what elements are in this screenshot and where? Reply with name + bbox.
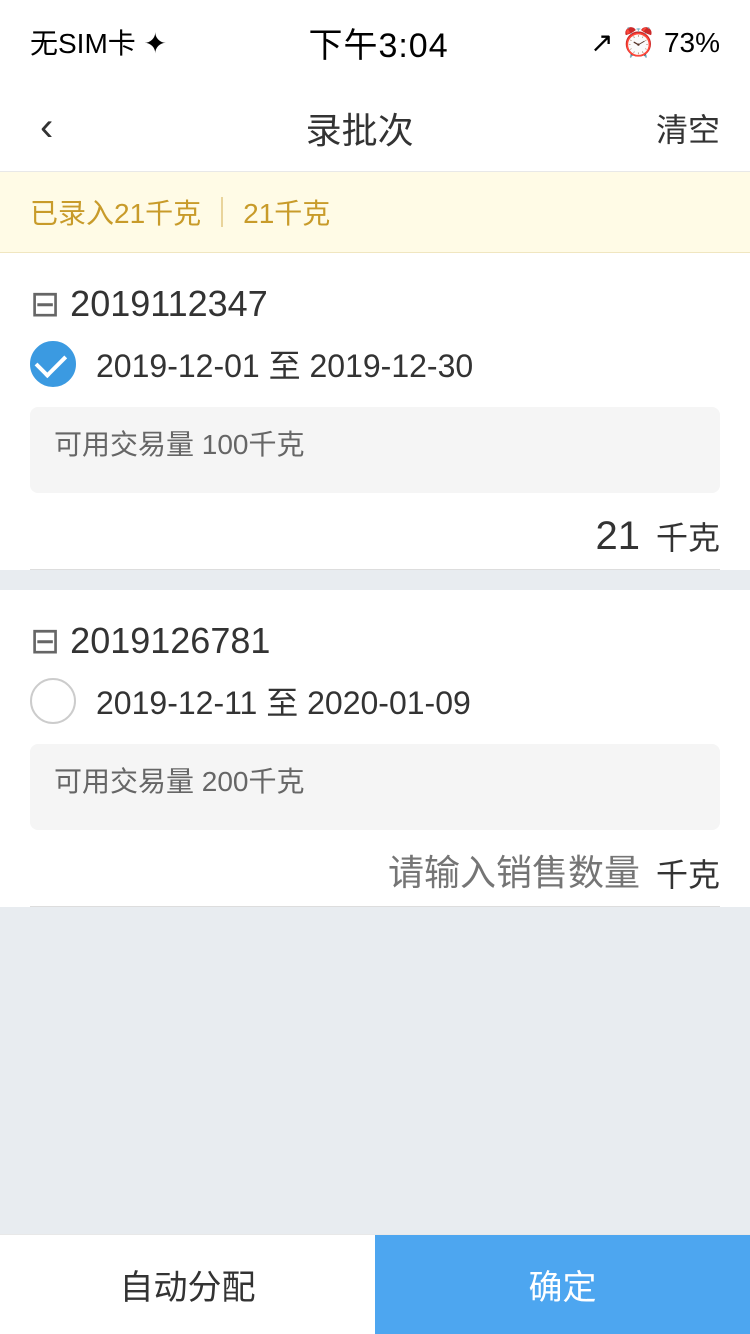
batch-1-card: ⊟ 2019112347 2019-12-01 至 2019-12-30 可用交… — [0, 253, 750, 493]
status-left: 无SIM卡 ✦ — [30, 22, 167, 62]
batch-1-header: ⊟ 2019112347 — [30, 283, 720, 325]
batch-1-amount-row: 21 千克 — [30, 493, 720, 570]
auto-distribute-button[interactable]: 自动分配 — [0, 1235, 375, 1334]
batch-2-number: 2019126781 — [70, 620, 270, 662]
confirm-button[interactable]: 确定 — [375, 1235, 750, 1334]
total-amount: 21千克 — [243, 192, 330, 232]
section-divider-1 — [0, 570, 750, 590]
batch-1-amount-section: 21 千克 — [0, 493, 750, 570]
batch-2-input-row: 千克 — [30, 830, 720, 907]
bottom-bar: 自动分配 确定 — [0, 1234, 750, 1334]
batch-1-date-row: 2019-12-01 至 2019-12-30 — [30, 341, 720, 387]
batch-1-available: 可用交易量 100千克 — [30, 407, 720, 493]
batch-1-icon: ⊟ — [30, 283, 60, 325]
batch-1-amount-value: 21 — [595, 514, 640, 559]
batch-1-amount-unit: 千克 — [656, 513, 720, 559]
batch-2-header: ⊟ 2019126781 — [30, 620, 720, 662]
batch-2-icon: ⊟ — [30, 620, 60, 662]
sim-label: 无SIM卡 ✦ — [30, 22, 167, 62]
recorded-amount: 已录入21千克 — [30, 192, 201, 232]
batch-2-radio[interactable] — [30, 678, 76, 724]
info-divider — [221, 197, 223, 227]
status-bar: 无SIM卡 ✦ 下午3:04 ↗ ⏰ 73% — [0, 0, 750, 84]
status-right: ↗ ⏰ 73% — [590, 26, 720, 59]
batch-2-date-row: 2019-12-11 至 2020-01-09 — [30, 678, 720, 724]
batch-2-amount-section: 千克 — [0, 830, 750, 907]
batch-2-card: ⊟ 2019126781 2019-12-11 至 2020-01-09 可用交… — [0, 590, 750, 830]
page-title: 录批次 — [306, 102, 414, 154]
nav-bar: ‹ 录批次 清空 — [0, 84, 750, 172]
batch-2-available: 可用交易量 200千克 — [30, 744, 720, 830]
batch-1-radio[interactable] — [30, 341, 76, 387]
batch-2-date: 2019-12-11 至 2020-01-09 — [96, 678, 471, 724]
back-button[interactable]: ‹ — [30, 95, 63, 160]
battery-label: ↗ ⏰ 73% — [590, 26, 720, 59]
batch-1-date: 2019-12-01 至 2019-12-30 — [96, 341, 473, 387]
batch-1-number: 2019112347 — [70, 283, 268, 325]
batch-2-qty-input[interactable] — [30, 852, 640, 894]
info-banner: 已录入21千克 21千克 — [0, 172, 750, 253]
status-time: 下午3:04 — [308, 18, 448, 67]
batch-2-unit: 千克 — [656, 850, 720, 896]
clear-button[interactable]: 清空 — [656, 105, 720, 151]
